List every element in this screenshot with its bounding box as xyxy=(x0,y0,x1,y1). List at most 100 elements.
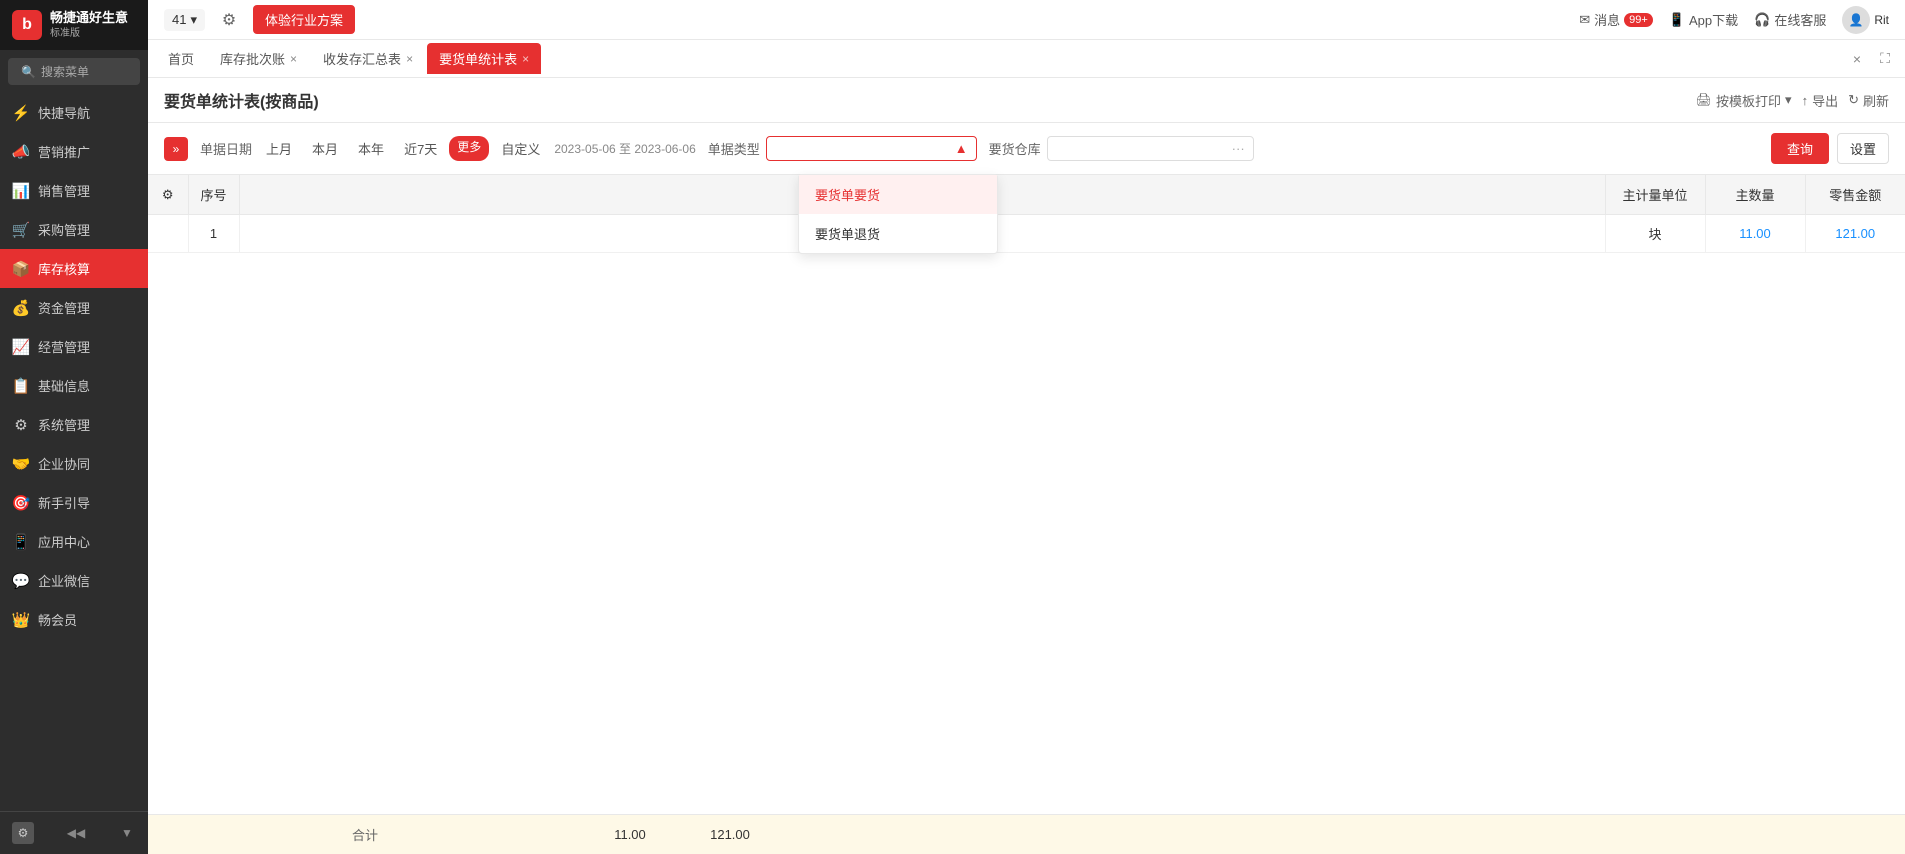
select-arrow-icon[interactable]: ▲ xyxy=(955,141,968,156)
trial-btn[interactable]: 体验行业方案 xyxy=(253,5,355,34)
sidebar-item-app-center[interactable]: 📱 应用中心 xyxy=(0,522,148,561)
page-area: 要货单统计表(按商品) 🖨 按模板打印 ▾ ↑ 导出 ↻ 刷新 xyxy=(148,78,1905,854)
tab-receivable-summary[interactable]: 收发存汇总表 × xyxy=(311,43,425,74)
system-icon: ⚙ xyxy=(12,416,30,434)
filter-date-group: 单据日期 上月 本月 本年 近7天 更多 自定义 2023-05-06 至 20… xyxy=(200,136,696,161)
date-opt-last-month[interactable]: 上月 xyxy=(258,136,300,161)
warehouse-select-box[interactable]: ··· xyxy=(1047,136,1254,161)
operations-icon: 📈 xyxy=(12,338,30,356)
query-btn[interactable]: 查询 xyxy=(1771,133,1829,164)
dropdown-item-order-purchase[interactable]: 要货单要货 xyxy=(799,175,997,214)
tabs-bar: 首页 库存批次账 × 收发存汇总表 × 要货单统计表 × × ⛶ xyxy=(148,40,1905,78)
sidebar-item-label: 营销推广 xyxy=(38,142,90,161)
sidebar-item-member[interactable]: 👑 畅会员 xyxy=(0,600,148,639)
user-name: Rit xyxy=(1874,13,1889,27)
purchase-icon: 🛒 xyxy=(12,221,30,239)
refresh-btn[interactable]: ↻ 刷新 xyxy=(1848,91,1889,110)
tab-label: 收发存汇总表 xyxy=(323,49,401,68)
table-header-row: ⚙ 序号 商品 主计量单位 主数量 零售金额 xyxy=(148,175,1905,215)
sidebar-item-operations[interactable]: 📈 经营管理 xyxy=(0,327,148,366)
wechat-icon: 💬 xyxy=(12,572,30,590)
tab-close-icon[interactable]: × xyxy=(290,52,297,66)
tab-home[interactable]: 首页 xyxy=(156,43,206,74)
sidebar-item-label: 销售管理 xyxy=(38,181,90,200)
user-profile[interactable]: 👤 Rit xyxy=(1842,6,1889,34)
date-opt-this-year[interactable]: 本年 xyxy=(350,136,392,161)
sidebar-item-label: 畅会员 xyxy=(38,610,77,629)
sidebar-item-label: 企业微信 xyxy=(38,571,90,590)
sidebar-item-purchase[interactable]: 🛒 采购管理 xyxy=(0,210,148,249)
print-btn[interactable]: 🖨 按模板打印 ▾ xyxy=(1696,91,1792,110)
tab-expand-btn[interactable]: ⛶ xyxy=(1873,47,1897,71)
export-icon: ↑ xyxy=(1802,93,1809,108)
header-settings-icon[interactable]: ⚙ xyxy=(217,8,241,32)
tabs-actions: × ⛶ xyxy=(1845,47,1897,71)
warehouse-input[interactable] xyxy=(1056,141,1232,156)
amount-link[interactable]: 121.00 xyxy=(1835,226,1875,241)
settings-filter-btn[interactable]: 设置 xyxy=(1837,133,1889,164)
scroll-down-btn[interactable]: ▼ xyxy=(118,824,136,842)
sidebar-item-label: 新手引导 xyxy=(38,493,90,512)
tab-batch-account[interactable]: 库存批次账 × xyxy=(208,43,309,74)
settings-footer-btn[interactable]: ⚙ xyxy=(12,822,34,844)
search-icon: 🔍 xyxy=(21,65,36,79)
date-opt-custom[interactable]: 自定义 xyxy=(493,136,548,161)
date-opt-more[interactable]: 更多 xyxy=(449,136,489,161)
warehouse-filter-label: 要货仓库 xyxy=(989,139,1041,158)
table-row: 1 块 11.00 121.00 xyxy=(148,215,1905,253)
messages-btn[interactable]: ✉ 消息 99+ xyxy=(1579,10,1653,29)
tab-close-icon[interactable]: × xyxy=(406,52,413,66)
dropdown-item-order-return[interactable]: 要货单退货 xyxy=(799,214,997,253)
col-amount-header: 零售金额 xyxy=(1805,175,1905,215)
messages-badge: 99+ xyxy=(1624,13,1653,27)
header-left: 41 ▾ ⚙ 体验行业方案 xyxy=(164,5,355,34)
refresh-label: 刷新 xyxy=(1863,91,1889,110)
tab-close-all-btn[interactable]: × xyxy=(1845,47,1869,71)
cell-unit: 块 xyxy=(1605,215,1705,253)
type-select-input[interactable] xyxy=(775,141,951,156)
export-label: 导出 xyxy=(1812,91,1838,110)
sidebar-item-label: 系统管理 xyxy=(38,415,90,434)
sidebar-item-basics[interactable]: 📋 基础信息 xyxy=(0,366,148,405)
company-selector[interactable]: 41 ▾ xyxy=(164,9,205,31)
tab-label: 要货单统计表 xyxy=(439,49,517,68)
sidebar-item-label: 库存核算 xyxy=(38,259,90,278)
warehouse-dots-icon[interactable]: ··· xyxy=(1232,141,1245,156)
app-sub: 标准版 xyxy=(50,27,128,40)
sidebar-item-finance[interactable]: 💰 资金管理 xyxy=(0,288,148,327)
qty-link[interactable]: 11.00 xyxy=(1739,226,1771,241)
page-header: 要货单统计表(按商品) 🖨 按模板打印 ▾ ↑ 导出 ↻ 刷新 xyxy=(148,78,1905,123)
filter-warehouse-group: 要货仓库 ··· xyxy=(989,136,1254,161)
sidebar-item-label: 企业协同 xyxy=(38,454,90,473)
sidebar-collapse-btn[interactable]: ◀◀ xyxy=(67,824,85,842)
search-menu[interactable]: 🔍 搜索菜单 xyxy=(8,58,140,85)
sidebar-item-marketing[interactable]: 📣 营销推广 xyxy=(0,132,148,171)
type-select-box[interactable]: ▲ xyxy=(766,136,977,161)
filter-expand-btn[interactable]: » xyxy=(164,137,188,161)
export-btn[interactable]: ↑ 导出 xyxy=(1802,91,1839,110)
quick-nav-icon: ⚡ xyxy=(12,104,30,122)
tab-close-icon[interactable]: × xyxy=(522,52,529,66)
app-download-btn[interactable]: 📱 App下载 xyxy=(1669,10,1738,29)
page-actions: 🖨 按模板打印 ▾ ↑ 导出 ↻ 刷新 xyxy=(1696,91,1890,110)
sidebar-item-sales[interactable]: 📊 销售管理 xyxy=(0,171,148,210)
sidebar-item-label: 采购管理 xyxy=(38,220,90,239)
online-service-btn[interactable]: 🎧 在线客服 xyxy=(1754,10,1826,29)
enterprise-icon: 🤝 xyxy=(12,455,30,473)
tab-order-summary[interactable]: 要货单统计表 × xyxy=(427,43,541,74)
date-opt-this-month[interactable]: 本月 xyxy=(304,136,346,161)
online-service-label: 在线客服 xyxy=(1774,10,1826,29)
cell-amount: 121.00 xyxy=(1805,215,1905,253)
dropdown-item-label: 要货单要货 xyxy=(815,188,880,203)
messages-label: 消息 xyxy=(1594,10,1620,29)
sidebar-item-inventory[interactable]: 📦 库存核算 xyxy=(0,249,148,288)
sidebar-item-quick-nav[interactable]: ⚡ 快捷导航 xyxy=(0,93,148,132)
type-dropdown-menu: 要货单要货 要货单退货 xyxy=(798,174,998,254)
sidebar-item-guide[interactable]: 🎯 新手引导 xyxy=(0,483,148,522)
col-settings-header[interactable]: ⚙ xyxy=(148,175,188,215)
sidebar-item-system[interactable]: ⚙ 系统管理 xyxy=(0,405,148,444)
sidebar-item-wechat[interactable]: 💬 企业微信 xyxy=(0,561,148,600)
date-opt-last-7-days[interactable]: 近7天 xyxy=(396,136,445,161)
col-unit-header: 主计量单位 xyxy=(1605,175,1705,215)
sidebar-item-enterprise[interactable]: 🤝 企业协同 xyxy=(0,444,148,483)
